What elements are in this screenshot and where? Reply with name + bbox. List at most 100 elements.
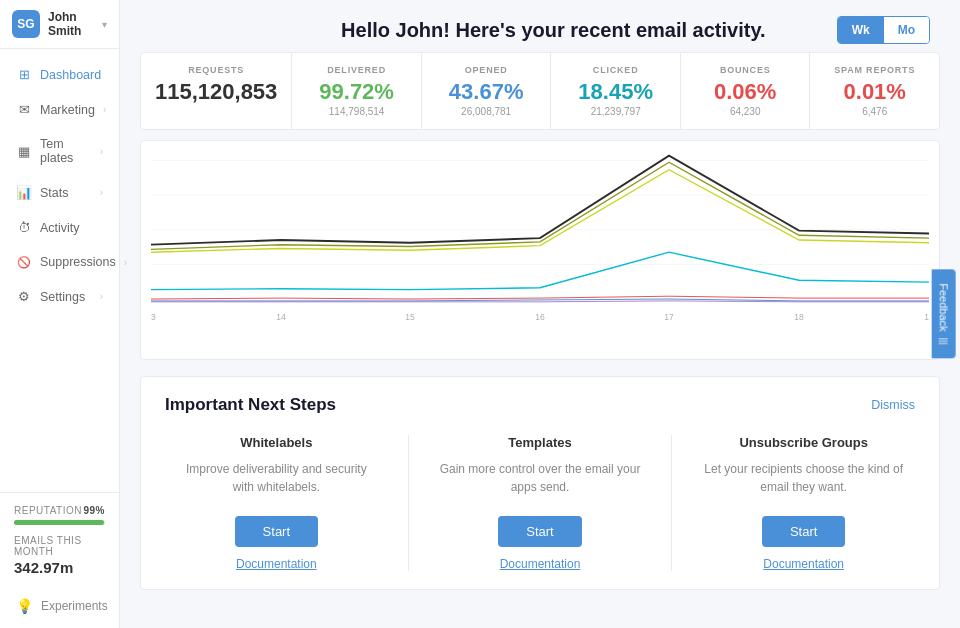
- sidebar-label-settings: Settings: [40, 290, 92, 304]
- steps-grid: Whitelabels Improve deliverability and s…: [165, 435, 915, 571]
- sidebar-header[interactable]: SG John Smith ▾: [0, 0, 119, 49]
- sidebar-item-dashboard[interactable]: ⊞ Dashboard: [0, 57, 119, 92]
- sidebar-label-activity: Activity: [40, 221, 103, 235]
- stat-bounces-value: 0.06%: [695, 81, 796, 103]
- next-steps-header: Important Next Steps Dismiss: [165, 395, 915, 415]
- stat-requests: REQUESTS 115,120,853: [141, 53, 292, 129]
- reputation-label: REPUTATION 99%: [14, 505, 105, 516]
- step-whitelabels-start[interactable]: Start: [235, 516, 318, 547]
- stats-icon: 📊: [16, 185, 32, 200]
- period-toggle: Wk Mo: [837, 16, 930, 44]
- sidebar-label-suppressions: Suppressions: [40, 255, 116, 269]
- step-unsubscribe-start[interactable]: Start: [762, 516, 845, 547]
- main-content: Hello John! Here's your recent email act…: [120, 0, 960, 628]
- stat-delivered: DELIVERED 99.72% 114,798,514: [292, 53, 422, 129]
- feedback-icon: |||: [938, 338, 948, 345]
- step-whitelabels-desc: Improve deliverability and security with…: [175, 460, 378, 500]
- sidebar-label-marketing: Marketing: [40, 103, 95, 117]
- sidebar-item-suppressions[interactable]: 🚫 Suppressions ›: [0, 245, 119, 279]
- step-unsubscribe: Unsubscribe Groups Let your recipients c…: [692, 435, 915, 571]
- templates-icon: ▦: [16, 144, 32, 159]
- top-bar: Hello John! Here's your recent email act…: [120, 0, 960, 52]
- sidebar-label-templates: Tem plates: [40, 137, 92, 165]
- svg-text:13: 13: [151, 312, 156, 322]
- stat-bounces-label: BOUNCES: [695, 65, 796, 75]
- sidebar-item-settings[interactable]: ⚙ Settings ›: [0, 279, 119, 314]
- stat-clicked-label: CLICKED: [565, 65, 666, 75]
- dismiss-button[interactable]: Dismiss: [871, 398, 915, 412]
- sidebar-label-stats: Stats: [40, 186, 92, 200]
- toggle-wk-button[interactable]: Wk: [838, 17, 884, 43]
- stat-requests-label: REQUESTS: [155, 65, 277, 75]
- step-whitelabels: Whitelabels Improve deliverability and s…: [165, 435, 388, 571]
- stat-bounces-secondary: 64,230: [695, 106, 796, 117]
- emails-value: 342.97m: [14, 559, 105, 576]
- reputation-progress-fill: [14, 520, 104, 525]
- bulb-icon: 💡: [16, 598, 33, 614]
- sidebar-item-templates[interactable]: ▦ Tem plates ›: [0, 127, 119, 175]
- sidebar-item-experiments[interactable]: 💡 Experiments: [0, 588, 119, 628]
- next-steps-section: Important Next Steps Dismiss Whitelabels…: [140, 376, 940, 590]
- svg-text:19: 19: [924, 312, 929, 322]
- dashboard-icon: ⊞: [16, 67, 32, 82]
- step-templates-desc: Gain more control over the email your ap…: [439, 460, 642, 500]
- divider-1: [408, 435, 409, 571]
- step-templates-start[interactable]: Start: [498, 516, 581, 547]
- stat-opened-label: OPENED: [436, 65, 537, 75]
- stats-arrow-icon: ›: [100, 187, 103, 198]
- stat-opened-secondary: 26,008,781: [436, 106, 537, 117]
- toggle-mo-button[interactable]: Mo: [884, 17, 929, 43]
- marketing-arrow-icon: ›: [103, 104, 106, 115]
- svg-text:18: 18: [794, 312, 804, 322]
- sidebar-item-marketing[interactable]: ✉ Marketing ›: [0, 92, 119, 127]
- stat-spam: SPAM REPORTS 0.01% 6,476: [810, 53, 939, 129]
- reputation-value: 99%: [83, 505, 105, 516]
- sidebar-item-stats[interactable]: 📊 Stats ›: [0, 175, 119, 210]
- feedback-label: Feedback: [937, 283, 949, 331]
- step-unsubscribe-title: Unsubscribe Groups: [702, 435, 905, 450]
- step-whitelabels-doc[interactable]: Documentation: [175, 557, 378, 571]
- step-unsubscribe-desc: Let your recipients choose the kind of e…: [702, 460, 905, 500]
- app-logo: SG: [12, 10, 40, 38]
- sidebar-label-dashboard: Dashboard: [40, 68, 103, 82]
- step-templates-doc[interactable]: Documentation: [439, 557, 642, 571]
- suppressions-arrow-icon: ›: [124, 257, 127, 268]
- svg-text:16: 16: [535, 312, 545, 322]
- marketing-icon: ✉: [16, 102, 32, 117]
- divider-2: [671, 435, 672, 571]
- stat-clicked-value: 18.45%: [565, 81, 666, 103]
- activity-chart: 15m 10m 5m 0 13 14 15 16 17 18 19: [151, 151, 929, 329]
- sidebar-bottom: REPUTATION 99% EMAILS THIS MONTH 342.97m: [0, 492, 119, 588]
- svg-text:15: 15: [405, 312, 415, 322]
- stat-delivered-label: DELIVERED: [306, 65, 407, 75]
- stat-spam-label: SPAM REPORTS: [824, 65, 925, 75]
- step-unsubscribe-doc[interactable]: Documentation: [702, 557, 905, 571]
- svg-text:14: 14: [276, 312, 286, 322]
- sidebar-item-activity[interactable]: ⏱ Activity: [0, 210, 119, 245]
- feedback-tab[interactable]: Feedback |||: [931, 269, 955, 358]
- emails-label: EMAILS THIS MONTH: [14, 535, 105, 557]
- next-steps-title: Important Next Steps: [165, 395, 336, 415]
- templates-arrow-icon: ›: [100, 146, 103, 157]
- stat-spam-secondary: 6,476: [824, 106, 925, 117]
- step-templates: Templates Gain more control over the ema…: [429, 435, 652, 571]
- page-title: Hello John! Here's your recent email act…: [270, 19, 837, 42]
- step-templates-title: Templates: [439, 435, 642, 450]
- step-whitelabels-title: Whitelabels: [175, 435, 378, 450]
- stat-requests-value: 115,120,853: [155, 81, 277, 103]
- stat-clicked-secondary: 21,239,797: [565, 106, 666, 117]
- stat-spam-value: 0.01%: [824, 81, 925, 103]
- stat-bounces: BOUNCES 0.06% 64,230: [681, 53, 811, 129]
- experiments-label: Experiments: [41, 599, 108, 613]
- stat-opened-value: 43.67%: [436, 81, 537, 103]
- stat-delivered-secondary: 114,798,514: [306, 106, 407, 117]
- chart-area: 15m 10m 5m 0 13 14 15 16 17 18 19: [140, 140, 940, 360]
- stat-clicked: CLICKED 18.45% 21,239,797: [551, 53, 681, 129]
- suppressions-icon: 🚫: [16, 256, 32, 269]
- user-chevron-icon: ▾: [102, 19, 107, 30]
- activity-icon: ⏱: [16, 220, 32, 235]
- settings-arrow-icon: ›: [100, 291, 103, 302]
- reputation-progress-bg: [14, 520, 105, 525]
- svg-text:17: 17: [664, 312, 674, 322]
- user-name: John Smith: [48, 10, 94, 38]
